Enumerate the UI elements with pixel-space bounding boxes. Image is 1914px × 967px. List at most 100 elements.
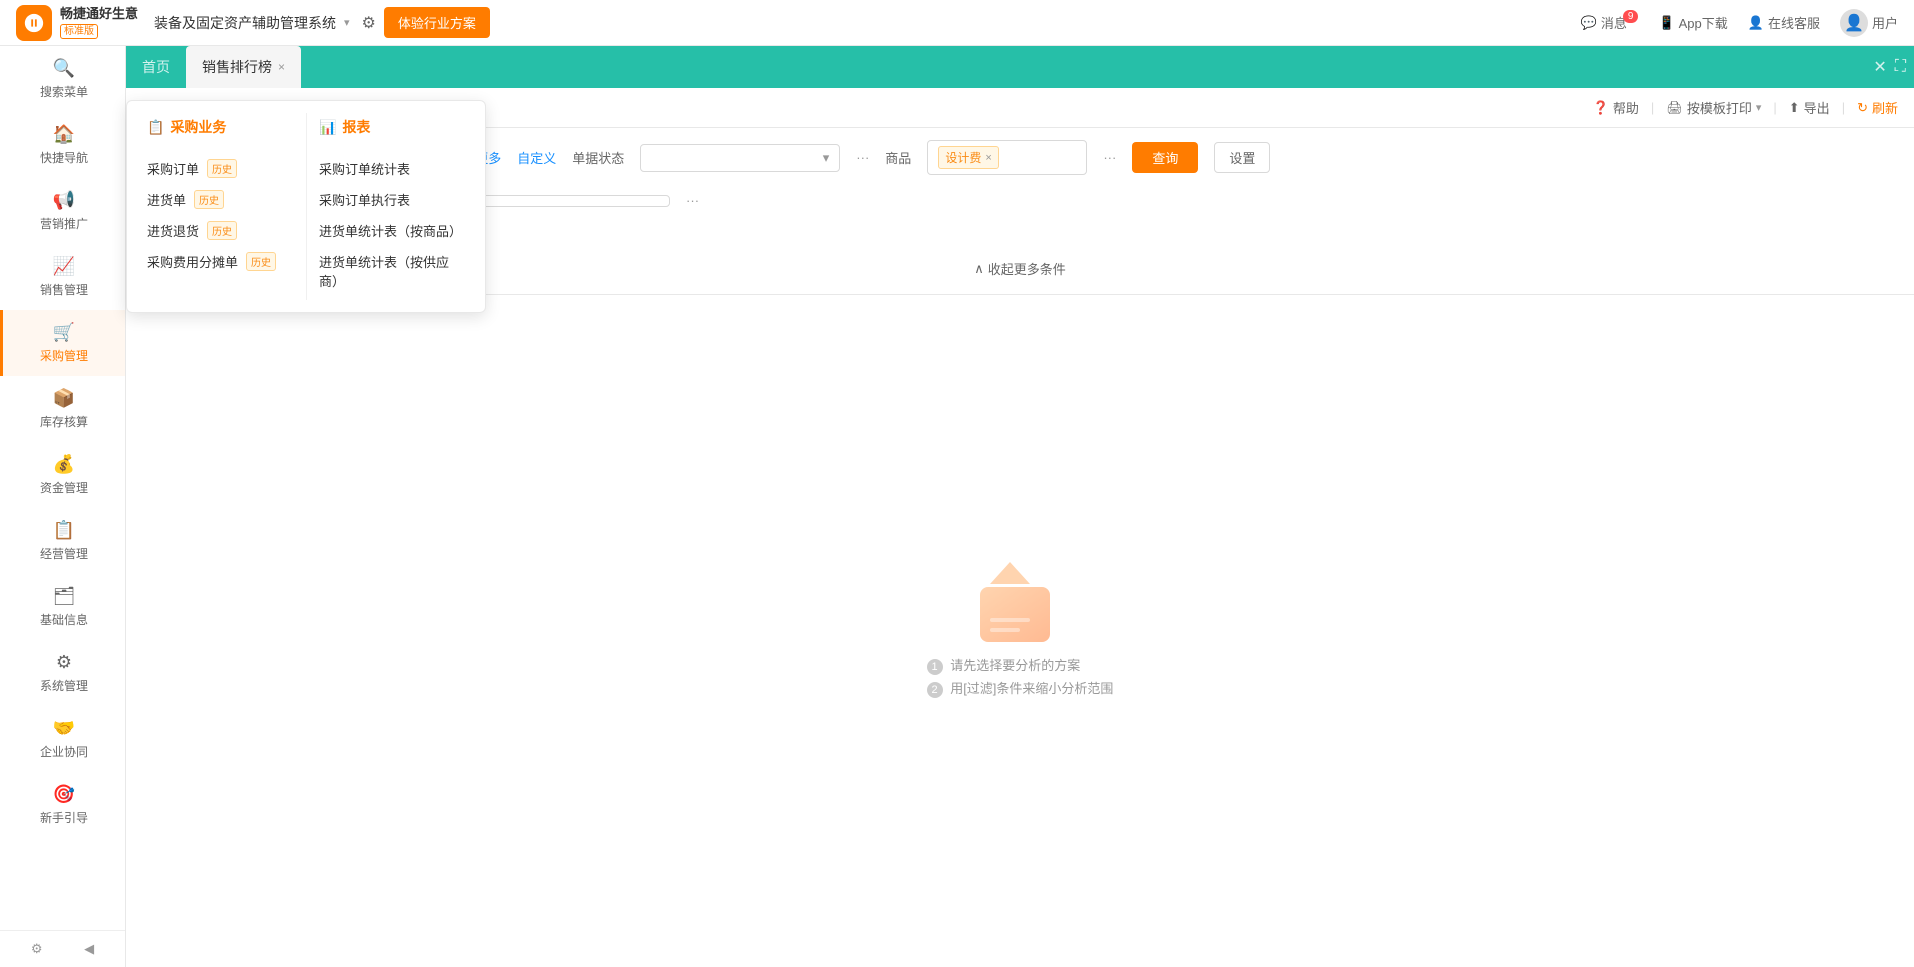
sidebar-label-operations: 经营管理 — [40, 545, 88, 562]
marketing-icon: 📢 — [53, 190, 75, 211]
collapse-button[interactable]: ∧ 收起更多条件 — [970, 255, 1070, 282]
tab-sales-ranking[interactable]: 销售排行榜 × — [186, 46, 301, 88]
sidebar-item-system[interactable]: ⚙ 系统管理 — [0, 640, 125, 706]
goods-label: 商品 — [885, 148, 911, 167]
tab-close-icon[interactable]: × — [278, 60, 285, 74]
settings-icon[interactable]: ⚙ — [362, 13, 376, 33]
report-section: 📊 报表 采购订单统计表 采购订单执行表 进货单统计表（按商品） 进货单统计表（… — [306, 113, 473, 300]
system-title: 装备及固定资产辅助管理系统 ▾ ⚙ — [154, 13, 376, 33]
sidebar-item-basic-info[interactable]: 🗂 基础信息 — [0, 574, 125, 640]
query-button[interactable]: 查询 — [1132, 142, 1198, 173]
online-service-btn[interactable]: 👤 在线客服 — [1748, 13, 1820, 32]
sidebar-item-collab[interactable]: 🤝 企业协同 — [0, 706, 125, 772]
sidebar-item-operations[interactable]: 📋 经营管理 — [0, 508, 125, 574]
home-icon: 🏠 — [53, 124, 75, 145]
app-download-btn[interactable]: 📱 App下载 — [1658, 13, 1727, 32]
tab-fullscreen-icon[interactable]: ⛶ — [1895, 58, 1906, 76]
report-section-icon: 📊 — [319, 119, 336, 136]
sidebar-label-basic-info: 基础信息 — [40, 611, 88, 628]
sidebar-label-guide: 新手引导 — [40, 809, 88, 826]
doc-status-input[interactable]: ▾ — [640, 144, 840, 172]
empty-illustration — [970, 562, 1070, 642]
sidebar-label-purchase: 采购管理 — [40, 347, 88, 364]
setting-button[interactable]: 设置 — [1214, 142, 1270, 173]
notification-icon: 💬 — [1581, 15, 1597, 31]
phone-icon: 📱 — [1658, 15, 1674, 31]
sidebar: 🔍 搜索菜单 🏠 快捷导航 📢 营销推广 📈 销售管理 🛒 采购管理 📦 — [0, 46, 126, 967]
sidebar-item-search[interactable]: 🔍 搜索菜单 — [0, 46, 125, 112]
print-dropdown-arrow[interactable]: ▾ — [1756, 101, 1762, 114]
basicinfo-icon: 🗂 — [53, 586, 76, 607]
menu-item-purchase-return[interactable]: 进货退货 历史 — [147, 215, 298, 246]
sidebar-label-marketing: 营销推广 — [40, 215, 88, 232]
goods-tag[interactable]: 设计费 × — [938, 146, 998, 169]
notification-btn[interactable]: 💬 消息 9 — [1581, 13, 1639, 32]
print-icon: 🖨 — [1666, 100, 1683, 116]
sidebar-label-search: 搜索菜单 — [40, 83, 88, 100]
refresh-icon: ↻ — [1857, 100, 1868, 116]
hist-badge-1: 历史 — [194, 190, 224, 209]
system-dropdown-arrow[interactable]: ▾ — [344, 16, 350, 29]
sidebar-label-collab: 企业协同 — [40, 743, 88, 760]
hist-badge-0: 历史 — [207, 159, 237, 178]
industry-button[interactable]: 体验行业方案 — [384, 7, 490, 38]
tab-bar: 首页 销售排行榜 × ✕ ⛶ — [126, 46, 1914, 88]
system-icon: ⚙ — [56, 652, 72, 673]
export-icon: ⬆ — [1789, 100, 1800, 116]
collab-icon: 🤝 — [53, 718, 75, 739]
doc-status-arrow: ▾ — [823, 150, 830, 166]
menu-item-report-order-exec[interactable]: 采购订单执行表 — [319, 184, 465, 215]
empty-hint: 1 请先选择要分析的方案 2 用[过滤]条件来缩小分析范围 — [927, 654, 1114, 701]
salesman-input[interactable] — [470, 195, 670, 207]
refresh-btn[interactable]: ↻ 刷新 — [1857, 98, 1898, 117]
sidebar-item-marketing[interactable]: 📢 营销推广 — [0, 178, 125, 244]
sidebar-item-nav[interactable]: 🏠 快捷导航 — [0, 112, 125, 178]
goods-more[interactable]: ··· — [1103, 150, 1116, 165]
hist-badge-3: 历史 — [246, 252, 276, 271]
doc-status-more[interactable]: ··· — [856, 150, 869, 165]
collapse-icon: ∧ — [974, 261, 984, 277]
sidebar-label-inventory: 库存核算 — [40, 413, 88, 430]
divider1: | — [1651, 100, 1654, 115]
menu-item-report-receipt-by-supplier[interactable]: 进货单统计表（按供应商） — [319, 246, 465, 296]
menu-item-report-receipt-by-goods[interactable]: 进货单统计表（按商品） — [319, 215, 465, 246]
logo-text: 畅捷通好生意 标准版 — [60, 6, 138, 40]
inventory-icon: 📦 — [53, 388, 75, 409]
menu-item-purchase-receipt[interactable]: 进货单 历史 — [147, 184, 298, 215]
top-right-area: 💬 消息 9 📱 App下载 👤 在线客服 👤 用户 — [1581, 9, 1898, 37]
tab-right-buttons: ✕ ⛶ — [1873, 57, 1914, 77]
hist-badge-2: 历史 — [207, 221, 237, 240]
menu-item-purchase-order[interactable]: 采购订单 历史 — [147, 153, 298, 184]
sidebar-item-finance[interactable]: 💰 资金管理 — [0, 442, 125, 508]
print-btn[interactable]: 🖨 按模板打印 ▾ — [1666, 98, 1761, 117]
date-shortcut-custom[interactable]: 自定义 — [517, 148, 556, 167]
tab-home[interactable]: 首页 — [126, 46, 186, 88]
sidebar-label-sales: 销售管理 — [40, 281, 88, 298]
export-btn[interactable]: ⬆ 导出 — [1789, 98, 1830, 117]
tab-close-window-icon[interactable]: ✕ — [1873, 57, 1886, 77]
sidebar-item-inventory[interactable]: 📦 库存核算 — [0, 376, 125, 442]
menu-item-report-order-stat[interactable]: 采购订单统计表 — [319, 153, 465, 184]
sidebar-settings-icon[interactable]: ⚙ — [31, 941, 43, 957]
report-section-title: 📊 报表 — [319, 117, 465, 143]
sidebar-bottom: ⚙ ◀ — [0, 930, 125, 967]
menu-grid: 📋 采购业务 采购订单 历史 进货单 历史 进货退货 历史 采购费用分摊单 — [139, 113, 473, 300]
goods-input[interactable]: 设计费 × — [927, 140, 1087, 175]
notification-count: 9 — [1623, 10, 1639, 23]
operations-icon: 📋 — [53, 520, 75, 541]
divider3: | — [1842, 100, 1845, 115]
sidebar-item-purchase[interactable]: 🛒 采购管理 — [0, 310, 125, 376]
sidebar-collapse-icon[interactable]: ◀ — [84, 941, 94, 957]
menu-item-purchase-expense[interactable]: 采购费用分摊单 历史 — [147, 246, 298, 277]
guide-icon: 🎯 — [53, 784, 75, 805]
salesman-more[interactable]: ··· — [686, 193, 699, 208]
sales-icon: 📈 — [53, 256, 75, 277]
sidebar-item-guide[interactable]: 🎯 新手引导 — [0, 772, 125, 838]
goods-tag-close[interactable]: × — [985, 152, 991, 164]
sidebar-item-sales[interactable]: 📈 销售管理 — [0, 244, 125, 310]
help-btn[interactable]: ❓ 帮助 — [1593, 98, 1639, 117]
search-icon: 🔍 — [53, 58, 75, 79]
user-menu-btn[interactable]: 👤 用户 — [1840, 9, 1898, 37]
user-avatar: 👤 — [1840, 9, 1868, 37]
logo-area: 畅捷通好生意 标准版 — [16, 5, 138, 41]
